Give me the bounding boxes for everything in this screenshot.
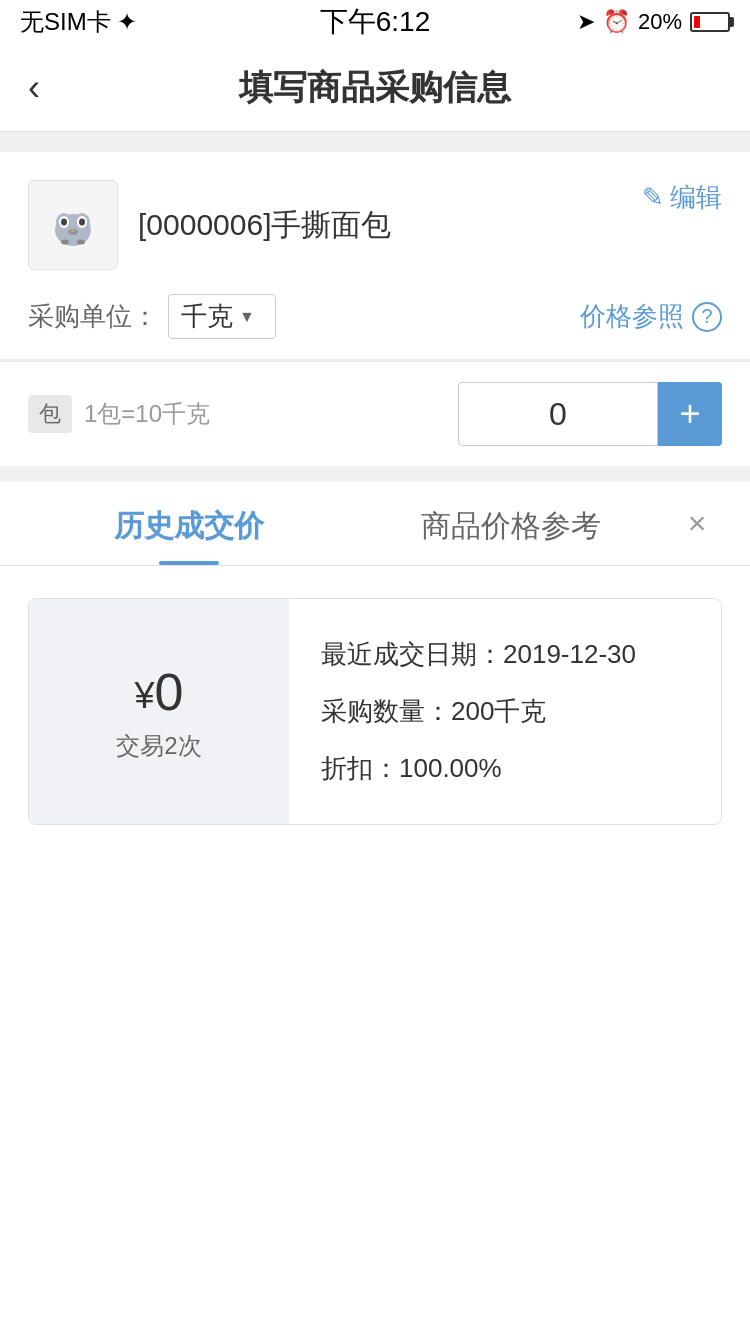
status-left: 无SIM卡 ✦ [20,6,137,38]
card-right: 最近成交日期：2019-12-30 采购数量：200千克 折扣：100.00% [289,599,721,824]
trade-count: 交易2次 [116,730,201,762]
qty-value: 200千克 [451,696,546,726]
edit-button[interactable]: ✎ 编辑 [642,180,722,215]
product-left: [0000006]手撕面包 [28,180,391,270]
price-value: 0 [155,663,184,721]
section-divider [0,466,750,482]
recent-date-row: 最近成交日期：2019-12-30 [321,635,689,674]
status-time: 下午6:12 [320,3,431,41]
product-footer: 采购单位： 千克 价格参照 ? [28,294,722,339]
product-thumbnail [28,180,118,270]
product-image [43,195,103,255]
status-bar: 无SIM卡 ✦ 下午6:12 ➤ ⏰ 20% [0,0,750,44]
svg-point-10 [77,240,85,245]
quantity-row: 包 1包=10千克 + [0,361,750,466]
price-ref-button[interactable]: 价格参照 ? [580,299,722,334]
qty-label: 采购数量： [321,696,451,726]
alarm-icon: ⏰ [603,9,630,35]
discount-label: 折扣： [321,753,399,783]
product-header: [0000006]手撕面包 ✎ 编辑 [28,180,722,270]
nav-bar: ‹ 填写商品采购信息 [0,44,750,132]
unit-value: 千克 [181,299,233,334]
discount-row: 折扣：100.00% [321,749,689,788]
svg-point-9 [61,240,69,245]
recent-date-label: 最近成交日期： [321,639,503,669]
back-button[interactable]: ‹ [28,67,40,109]
help-icon: ? [692,302,722,332]
edit-label: 编辑 [670,180,722,215]
edit-icon: ✎ [642,182,664,213]
tabs-header: 历史成交价 商品价格参考 × [0,482,750,566]
location-icon: ➤ [577,9,595,35]
quantity-label: 包 1包=10千克 [28,395,210,433]
unit-dropdown[interactable]: 千克 [168,294,276,339]
package-ratio: 1包=10千克 [84,398,210,430]
content-empty [0,857,750,1334]
tab-content-history: ¥0 交易2次 最近成交日期：2019-12-30 采购数量：200千克 折扣：… [0,566,750,857]
signal-text: 无SIM卡 ✦ [20,6,137,38]
tab-close-button[interactable]: × [672,499,722,549]
quantity-input-group: + [458,382,722,446]
svg-point-5 [61,219,67,226]
product-section: [0000006]手撕面包 ✎ 编辑 采购单位： 千克 价格参照 ? [0,152,750,359]
svg-point-6 [79,219,85,226]
history-card: ¥0 交易2次 最近成交日期：2019-12-30 采购数量：200千克 折扣：… [28,598,722,825]
price-ref-label: 价格参照 [580,299,684,334]
recent-date-value: 2019-12-30 [503,639,636,669]
unit-section: 采购单位： 千克 [28,294,276,339]
unit-label: 采购单位： [28,299,158,334]
tab-price-reference[interactable]: 商品价格参考 [350,482,672,565]
package-label: 包 [39,399,61,429]
card-price: ¥0 [135,662,184,722]
discount-value: 100.00% [399,753,502,783]
battery-icon [690,12,730,32]
currency-symbol: ¥ [135,675,155,716]
status-right: ➤ ⏰ 20% [577,9,730,35]
page-title: 填写商品采购信息 [239,65,511,111]
quantity-input[interactable] [458,382,658,446]
tab-history-price[interactable]: 历史成交价 [28,482,350,565]
product-name: [0000006]手撕面包 [138,205,391,246]
quantity-plus-button[interactable]: + [658,382,722,446]
card-left: ¥0 交易2次 [29,599,289,824]
tab-section: 历史成交价 商品价格参考 × ¥0 交易2次 最近成交日期：2019-12-30… [0,482,750,857]
battery-percent: 20% [638,9,682,35]
package-icon: 包 [28,395,72,433]
qty-row: 采购数量：200千克 [321,692,689,731]
